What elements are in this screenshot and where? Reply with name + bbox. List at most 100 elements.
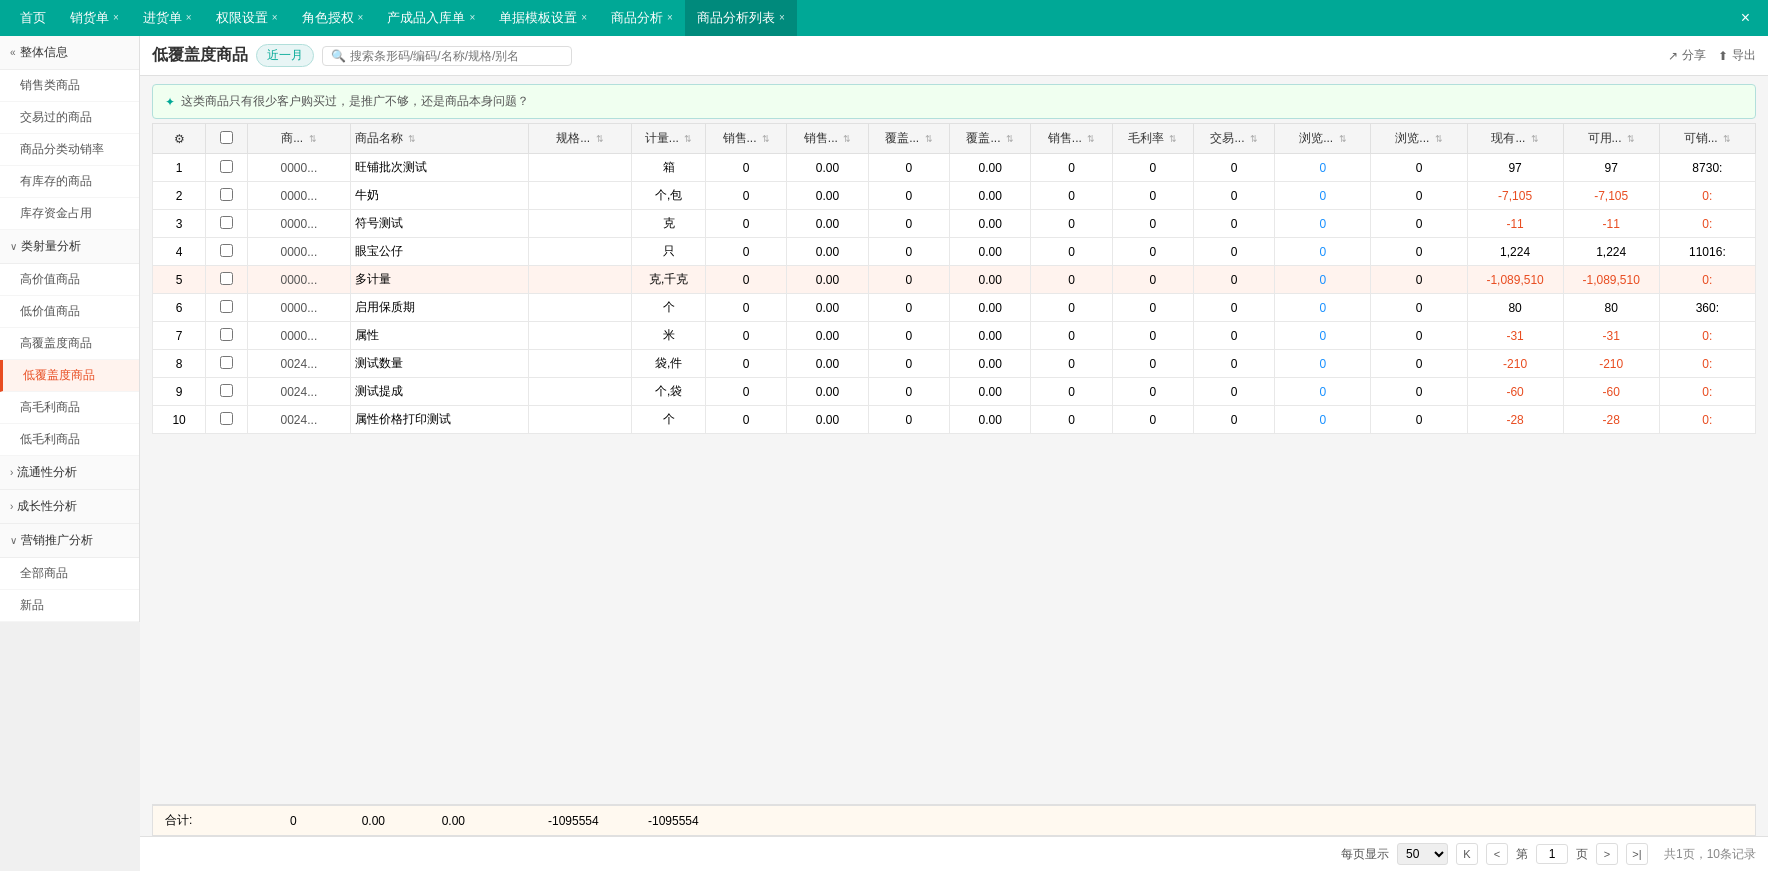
nav-close-icon[interactable]: × <box>667 0 673 36</box>
row-checkbox[interactable] <box>220 216 233 229</box>
select-all-checkbox[interactable] <box>220 131 233 144</box>
row-browse1[interactable]: 0 <box>1275 350 1371 378</box>
th-sales2[interactable]: 销售... ⇅ <box>787 124 868 154</box>
search-input[interactable] <box>350 49 563 63</box>
share-button[interactable]: ↗ 分享 <box>1668 47 1706 64</box>
th-browse1[interactable]: 浏览... ⇅ <box>1275 124 1371 154</box>
th-browse2[interactable]: 浏览... ⇅ <box>1371 124 1467 154</box>
th-gross[interactable]: 毛利率 ⇅ <box>1112 124 1193 154</box>
row-browse1[interactable]: 0 <box>1275 406 1371 434</box>
nav-close-icon[interactable]: × <box>358 0 364 36</box>
nav-close-icon[interactable]: × <box>113 0 119 36</box>
nav-close-icon[interactable]: × <box>581 0 587 36</box>
row-browse1[interactable]: 0 <box>1275 294 1371 322</box>
row-browse1[interactable]: 0 <box>1275 238 1371 266</box>
th-name[interactable]: 商品名称 ⇅ <box>351 124 528 154</box>
next-page-button[interactable]: > <box>1596 843 1618 865</box>
content-area: 低覆盖度商品 近一月 🔍 ↗ 分享 ⬆ 导出 ✦ 这类商品只有很少客户购买过，是… <box>140 36 1768 871</box>
sidebar-item-sales-goods[interactable]: 销售类商品 <box>0 70 139 102</box>
row-checkbox[interactable] <box>220 412 233 425</box>
row-code: 0024... <box>247 378 351 406</box>
nav-finished-goods[interactable]: 产成品入库单 × <box>375 0 487 36</box>
content-header: 低覆盖度商品 近一月 🔍 ↗ 分享 ⬆ 导出 <box>140 36 1768 76</box>
nav-close-icon[interactable]: × <box>186 0 192 36</box>
row-browse1[interactable]: 0 <box>1275 322 1371 350</box>
export-button[interactable]: ⬆ 导出 <box>1718 47 1756 64</box>
search-icon: 🔍 <box>331 49 346 63</box>
row-checkbox[interactable] <box>220 356 233 369</box>
top-navigation: 首页 销货单 × 进货单 × 权限设置 × 角色授权 × 产成品入库单 × 单据… <box>0 0 1768 36</box>
first-page-button[interactable]: K <box>1456 843 1478 865</box>
th-trade[interactable]: 交易... ⇅ <box>1193 124 1274 154</box>
nav-close-icon[interactable]: × <box>469 0 475 36</box>
row-num: 1 <box>153 154 206 182</box>
row-name: 符号测试 <box>351 210 528 238</box>
sidebar-item-high-value[interactable]: 高价值商品 <box>0 264 139 296</box>
row-browse1[interactable]: 0 <box>1275 182 1371 210</box>
row-browse1[interactable]: 0 <box>1275 378 1371 406</box>
row-code: 0000... <box>247 154 351 182</box>
sidebar-marketing-header[interactable]: ∨ 营销推广分析 <box>0 524 139 558</box>
th-sales3[interactable]: 销售... ⇅ <box>1031 124 1112 154</box>
th-cover2[interactable]: 覆盖... ⇅ <box>950 124 1031 154</box>
sidebar-liquidity-header[interactable]: › 流通性分析 <box>0 456 139 490</box>
sidebar-item-low-coverage[interactable]: 低覆盖度商品 <box>0 360 139 392</box>
table-row: 4 0000... 眼宝公仔 只 0 0.00 0 0.00 0 0 0 0 0… <box>153 238 1756 266</box>
nav-home[interactable]: 首页 <box>8 0 58 36</box>
sidebar-item-low-value[interactable]: 低价值商品 <box>0 296 139 328</box>
page-number-input[interactable] <box>1536 844 1568 864</box>
sidebar-item-new-goods[interactable]: 新品 <box>0 590 139 622</box>
row-browse1[interactable]: 0 <box>1275 210 1371 238</box>
sidebar-overall-header[interactable]: « 整体信息 <box>0 36 139 70</box>
settings-icon[interactable]: ⚙ <box>174 132 185 146</box>
sidebar-wrapper: « 整体信息 销售类商品 交易过的商品 商品分类动销率 有库存的商品 库存资金占… <box>0 36 140 871</box>
row-checkbox[interactable] <box>220 328 233 341</box>
last-page-button[interactable]: >| <box>1626 843 1648 865</box>
th-sales1[interactable]: 销售... ⇅ <box>706 124 787 154</box>
row-checkbox[interactable] <box>220 160 233 173</box>
row-browse1[interactable]: 0 <box>1275 266 1371 294</box>
nav-close-icon[interactable]: × <box>272 0 278 36</box>
sidebar-item-high-margin[interactable]: 高毛利商品 <box>0 392 139 424</box>
th-code[interactable]: 商... ⇅ <box>247 124 351 154</box>
sidebar-item-inventory-capital[interactable]: 库存资金占用 <box>0 198 139 230</box>
nav-template-settings[interactable]: 单据模板设置 × <box>487 0 599 36</box>
row-checkbox[interactable] <box>220 244 233 257</box>
row-checkbox[interactable] <box>220 300 233 313</box>
sort-icon: ⇅ <box>1627 134 1635 144</box>
th-available[interactable]: 可用... ⇅ <box>1563 124 1659 154</box>
nav-role-auth[interactable]: 角色授权 × <box>290 0 376 36</box>
table-row: 5 0000... 多计量 克,千克 0 0.00 0 0.00 0 0 0 0… <box>153 266 1756 294</box>
sort-icon: ⇅ <box>1531 134 1539 144</box>
close-all-button[interactable]: × <box>1731 0 1760 36</box>
nav-sales-order[interactable]: 销货单 × <box>58 0 131 36</box>
prev-page-button[interactable]: < <box>1486 843 1508 865</box>
sidebar-item-high-coverage[interactable]: 高覆盖度商品 <box>0 328 139 360</box>
time-filter-button[interactable]: 近一月 <box>256 44 314 67</box>
th-spec[interactable]: 规格... ⇅ <box>528 124 632 154</box>
nav-product-analysis[interactable]: 商品分析 × <box>599 0 685 36</box>
row-gross: 0 <box>1112 266 1193 294</box>
row-browse1[interactable]: 0 <box>1275 154 1371 182</box>
th-saleable[interactable]: 可销... ⇅ <box>1659 124 1755 154</box>
nav-permission-settings[interactable]: 权限设置 × <box>204 0 290 36</box>
sidebar-category-analysis-header[interactable]: ∨ 类射量分析 <box>0 230 139 264</box>
sidebar-item-stocked-goods[interactable]: 有库存的商品 <box>0 166 139 198</box>
sidebar-item-traded-goods[interactable]: 交易过的商品 <box>0 102 139 134</box>
th-unit[interactable]: 计量... ⇅ <box>632 124 706 154</box>
th-current[interactable]: 现有... ⇅ <box>1467 124 1563 154</box>
nav-close-icon[interactable]: × <box>779 0 785 36</box>
row-checkbox[interactable] <box>220 272 233 285</box>
sidebar-growth-header[interactable]: › 成长性分析 <box>0 490 139 524</box>
nav-purchase-order[interactable]: 进货单 × <box>131 0 204 36</box>
sidebar-item-low-margin[interactable]: 低毛利商品 <box>0 424 139 456</box>
row-checkbox[interactable] <box>220 384 233 397</box>
page-size-select[interactable]: 50 100 200 <box>1397 843 1448 865</box>
sidebar-item-category-turnover[interactable]: 商品分类动销率 <box>0 134 139 166</box>
sidebar-item-all-goods[interactable]: 全部商品 <box>0 558 139 590</box>
row-checkbox[interactable] <box>220 188 233 201</box>
table-container[interactable]: ⚙ 商... ⇅ 商品名称 ⇅ <box>152 123 1756 804</box>
th-cover1[interactable]: 覆盖... ⇅ <box>868 124 949 154</box>
row-cover1: 0 <box>868 294 949 322</box>
nav-product-analysis-list[interactable]: 商品分析列表 × <box>685 0 797 36</box>
